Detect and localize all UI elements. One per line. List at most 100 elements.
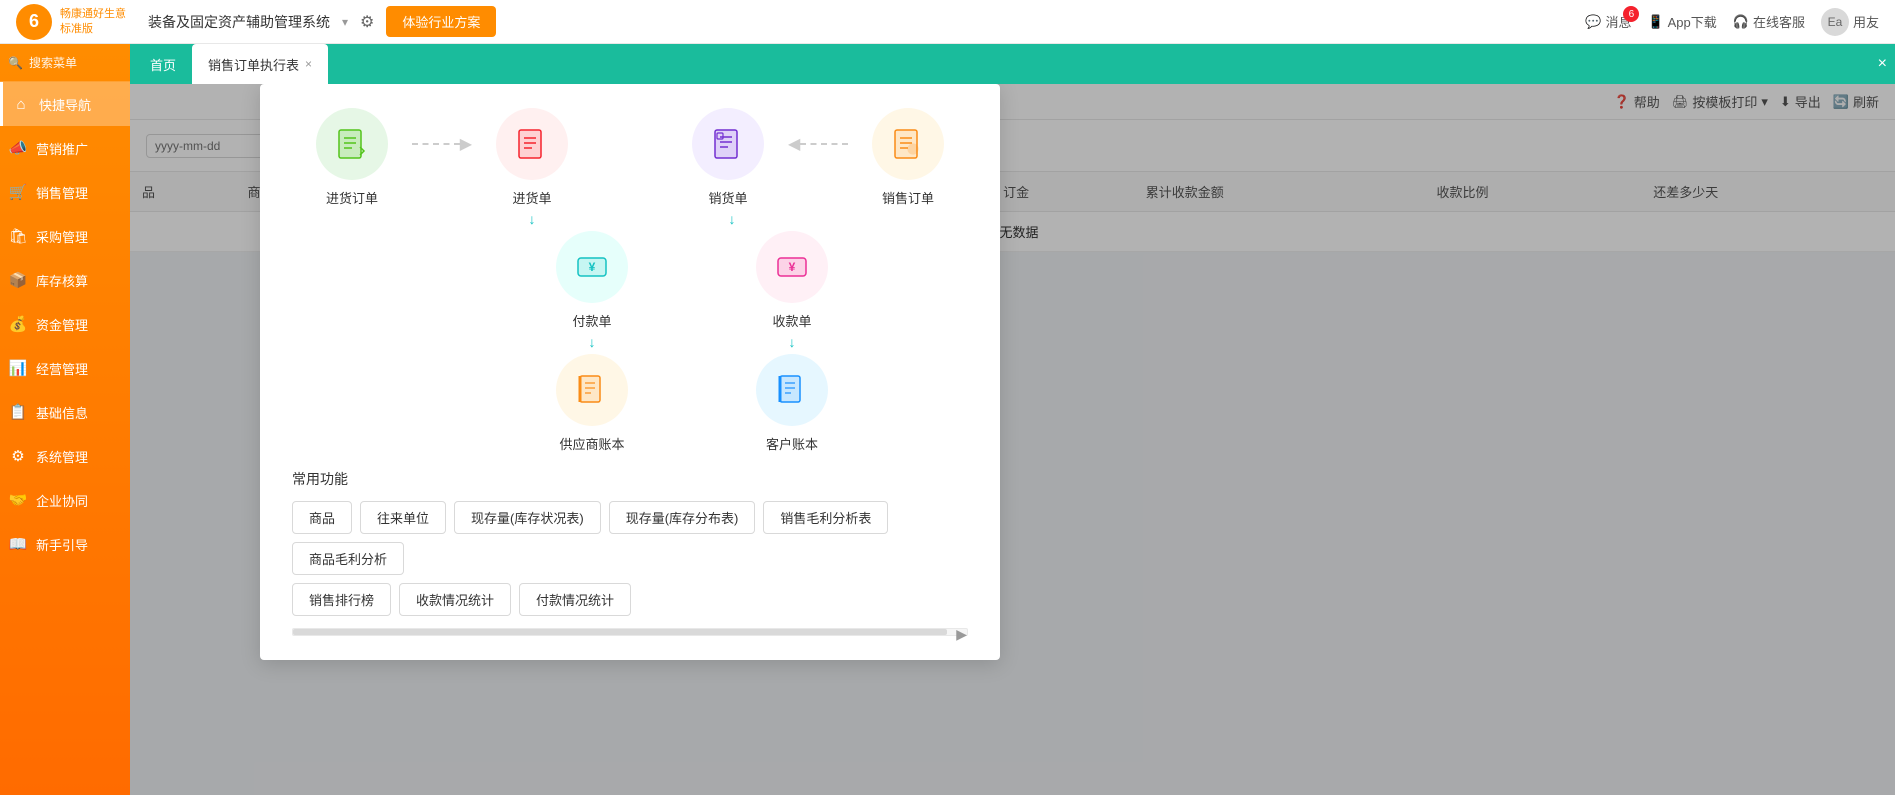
arrow-down-payment: ↓: [589, 334, 596, 350]
operations-icon: 📊: [8, 358, 28, 378]
sidebar-item-operations[interactable]: 📊 经营管理: [0, 346, 130, 390]
basic-info-icon: 📋: [8, 402, 28, 422]
search-icon: 🔍: [8, 56, 23, 70]
common-btns-row2: 销售排行榜 收款情况统计 付款情况统计: [292, 583, 968, 616]
sidebar-item-purchase[interactable]: 🛍 采购管理: [0, 214, 130, 258]
sidebar-item-finance[interactable]: 💰 资金管理: [0, 302, 130, 346]
collection-label: 收款单: [772, 311, 811, 330]
popup: 进货订单 ▶ 进: [260, 84, 1000, 660]
payment-circle: ¥: [556, 231, 628, 303]
flow-item-sales-order[interactable]: 销售订单: [848, 108, 968, 207]
scrollbar-right-arrow[interactable]: ▶: [956, 626, 967, 643]
flow-item-sales-receipt[interactable]: 销货单: [668, 108, 788, 207]
logo-text: 畅康通好生意 标准版: [60, 7, 126, 36]
message-item[interactable]: 💬 消息 6: [1585, 12, 1631, 31]
trial-button[interactable]: 体验行业方案: [386, 6, 496, 37]
system-dropdown-icon[interactable]: ▾: [342, 15, 348, 29]
common-btn-product-margin[interactable]: 商品毛利分析: [292, 542, 404, 575]
common-btn-product[interactable]: 商品: [292, 501, 352, 534]
sales-icon: 🛒: [8, 182, 28, 202]
sidebar-item-newbie[interactable]: 📖 新手引导: [0, 522, 130, 566]
enterprise-icon: 🤝: [8, 490, 28, 510]
flow-item-purchase-receipt[interactable]: 进货单: [472, 108, 592, 207]
inventory-icon: 📦: [8, 270, 28, 290]
page-content: ❓ 帮助 🖨 按模板打印 ▾ ⬇ 导出 🔄 刷新: [130, 84, 1895, 795]
settings-icon[interactable]: ⚙: [360, 12, 374, 32]
sidebar-item-label-purchase: 采购管理: [36, 227, 88, 246]
purchase-receipt-circle: [496, 108, 568, 180]
sidebar: 🔍 搜索菜单 ⌂ 快捷导航 📣 营销推广 🛒 销售管理 🛍 采购管理 📦: [0, 44, 130, 795]
sys-mgmt-icon: ⚙: [8, 446, 28, 466]
sidebar-item-marketing[interactable]: 📣 营销推广: [0, 126, 130, 170]
sidebar-item-sales[interactable]: 🛒 销售管理: [0, 170, 130, 214]
sidebar-item-label-sales: 销售管理: [36, 183, 88, 202]
sidebar-item-label-enterprise: 企业协同: [36, 491, 88, 510]
sidebar-item-enterprise[interactable]: 🤝 企业协同: [0, 478, 130, 522]
logo-line2: 标准版: [60, 22, 126, 36]
popup-scrollbar[interactable]: ▶: [292, 628, 968, 636]
user-avatar: Ea: [1821, 8, 1849, 36]
app-download-item[interactable]: 📱 App下载: [1647, 12, 1716, 31]
sales-receipt-circle: [692, 108, 764, 180]
arrow-down-collection: ↓: [789, 334, 796, 350]
supplier-ledger-label: 供应商账本: [559, 434, 624, 453]
main-area: 🔍 搜索菜单 ⌂ 快捷导航 📣 营销推广 🛒 销售管理 🛍 采购管理 📦: [0, 44, 1895, 795]
common-btn-payment-stats[interactable]: 付款情况统计: [519, 583, 631, 616]
window-close-icon[interactable]: ×: [1878, 55, 1887, 73]
tab-sales-order[interactable]: 销售订单执行表 ×: [192, 44, 328, 84]
flow-item-payment[interactable]: ¥ 付款单: [532, 231, 652, 330]
sidebar-item-label-finance: 资金管理: [36, 315, 88, 334]
marketing-icon: 📣: [8, 138, 28, 158]
sales-order-circle: [872, 108, 944, 180]
sidebar-item-basic-info[interactable]: 📋 基础信息: [0, 390, 130, 434]
sidebar-item-sys-mgmt[interactable]: ⚙ 系统管理: [0, 434, 130, 478]
tab-home-label: 首页: [150, 55, 176, 74]
common-btn-counterparty[interactable]: 往来单位: [360, 501, 446, 534]
finance-icon: 💰: [8, 314, 28, 334]
app-wrapper: 6 畅康通好生意 标准版 装备及固定资产辅助管理系统 ▾ ⚙ 体验行业方案 💬 …: [0, 0, 1895, 795]
common-btns-row1: 商品 往来单位 现存量(库存状况表) 现存量(库存分布表) 销售毛利分析表 商品…: [292, 501, 968, 575]
content-area: 首页 销售订单执行表 × × ❓ 帮助 🖨 按: [130, 44, 1895, 795]
supplier-ledger-circle: [556, 354, 628, 426]
logo-icon: 6: [16, 4, 52, 40]
common-btn-stock-dist[interactable]: 现存量(库存分布表): [609, 501, 756, 534]
common-btn-stock-status[interactable]: 现存量(库存状况表): [454, 501, 601, 534]
sidebar-item-quick-nav[interactable]: ⌂ 快捷导航: [0, 82, 130, 126]
customer-ledger-label: 客户账本: [766, 434, 818, 453]
top-bar-right: 💬 消息 6 📱 App下载 🎧 在线客服 Ea 用友: [1585, 8, 1879, 36]
flow-item-collection[interactable]: ¥ 收款单: [732, 231, 852, 330]
payment-label: 付款单: [572, 311, 611, 330]
user-item[interactable]: Ea 用友: [1821, 8, 1879, 36]
flow-item-purchase-order[interactable]: 进货订单: [292, 108, 412, 207]
online-service-item[interactable]: 🎧 在线客服: [1733, 12, 1805, 31]
common-functions-title: 常用功能: [292, 469, 968, 489]
sidebar-item-label-operations: 经营管理: [36, 359, 88, 378]
headset-icon: 🎧: [1733, 14, 1749, 30]
common-btn-sales-margin[interactable]: 销售毛利分析表: [763, 501, 888, 534]
common-btn-collection-stats[interactable]: 收款情况统计: [399, 583, 511, 616]
sidebar-item-label-quick-nav: 快捷导航: [39, 95, 91, 114]
home-icon: ⌂: [11, 94, 31, 114]
online-service-label: 在线客服: [1753, 12, 1805, 31]
purchase-order-label: 进货订单: [326, 188, 378, 207]
arrow-down-pr: ↓: [529, 211, 536, 227]
sidebar-search[interactable]: 🔍 搜索菜单: [0, 44, 130, 82]
app-download-icon: 📱: [1647, 14, 1663, 30]
popup-scrollbar-thumb: [293, 629, 947, 635]
tab-home[interactable]: 首页: [134, 44, 192, 84]
tab-bar: 首页 销售订单执行表 × ×: [130, 44, 1895, 84]
purchase-receipt-label: 进货单: [512, 188, 551, 207]
collection-circle: ¥: [756, 231, 828, 303]
flow-item-supplier-ledger[interactable]: 供应商账本: [532, 354, 652, 453]
app-download-label: App下载: [1668, 12, 1717, 31]
sidebar-item-label-marketing: 营销推广: [36, 139, 88, 158]
common-btn-sales-rank[interactable]: 销售排行榜: [292, 583, 391, 616]
message-icon: 💬: [1585, 14, 1601, 30]
sidebar-item-inventory[interactable]: 📦 库存核算: [0, 258, 130, 302]
system-title: 装备及固定资产辅助管理系统: [148, 12, 330, 32]
tab-sales-order-label: 销售订单执行表: [208, 55, 299, 74]
flow-item-customer-ledger[interactable]: 客户账本: [732, 354, 852, 453]
arrow-po-to-pr: ▶: [412, 134, 472, 182]
svg-text:¥: ¥: [589, 260, 596, 274]
tab-close-icon[interactable]: ×: [305, 57, 312, 71]
